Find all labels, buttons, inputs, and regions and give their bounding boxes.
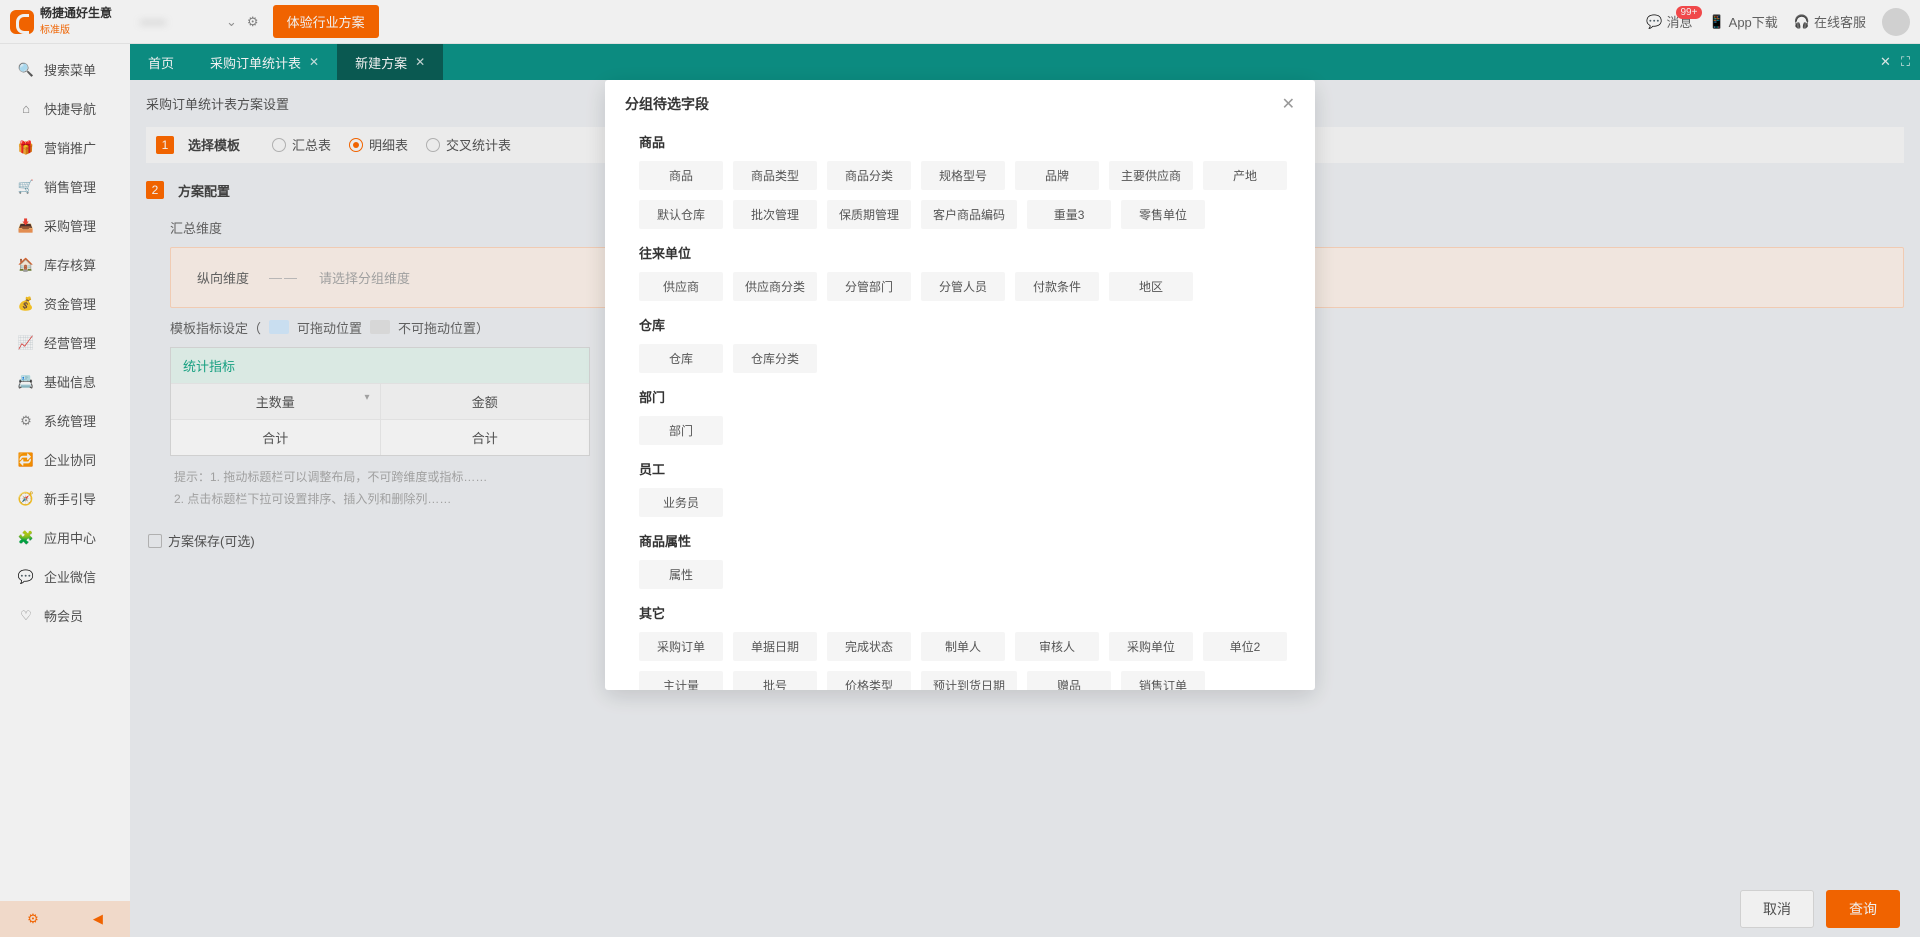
field-group: 商品属性属性 <box>639 531 1295 589</box>
field-chip[interactable]: 客户商品编码 <box>921 200 1017 229</box>
field-chip[interactable]: 主计量 <box>639 671 723 690</box>
field-chip[interactable]: 保质期管理 <box>827 200 911 229</box>
field-chip[interactable]: 完成状态 <box>827 632 911 661</box>
field-chip[interactable]: 批次管理 <box>733 200 817 229</box>
field-chip[interactable]: 仓库 <box>639 344 723 373</box>
field-group: 部门部门 <box>639 387 1295 445</box>
field-chip[interactable]: 重量3 <box>1027 200 1111 229</box>
field-chip[interactable]: 审核人 <box>1015 632 1099 661</box>
field-chip[interactable]: 品牌 <box>1015 161 1099 190</box>
field-chip[interactable]: 采购订单 <box>639 632 723 661</box>
field-chip[interactable]: 批号 <box>733 671 817 690</box>
modal-overlay: 分组待选字段 ✕ 商品商品商品类型商品分类规格型号品牌主要供应商产地默认仓库批次… <box>0 0 1920 937</box>
field-chip[interactable]: 销售订单 <box>1121 671 1205 690</box>
field-chip[interactable]: 主要供应商 <box>1109 161 1193 190</box>
field-chip[interactable]: 分管人员 <box>921 272 1005 301</box>
field-chip[interactable]: 仓库分类 <box>733 344 817 373</box>
modal-title: 分组待选字段 <box>625 94 709 114</box>
field-group: 往来单位供应商供应商分类分管部门分管人员付款条件地区 <box>639 243 1295 301</box>
field-chip[interactable]: 分管部门 <box>827 272 911 301</box>
field-chip[interactable]: 零售单位 <box>1121 200 1205 229</box>
field-selector-modal: 分组待选字段 ✕ 商品商品商品类型商品分类规格型号品牌主要供应商产地默认仓库批次… <box>605 80 1315 690</box>
field-group-title: 往来单位 <box>639 243 1295 262</box>
field-chip[interactable]: 采购单位 <box>1109 632 1193 661</box>
field-group: 员工业务员 <box>639 459 1295 517</box>
field-chip[interactable]: 预计到货日期 <box>921 671 1017 690</box>
field-chip[interactable]: 商品类型 <box>733 161 817 190</box>
field-chip[interactable]: 默认仓库 <box>639 200 723 229</box>
field-chip[interactable]: 商品分类 <box>827 161 911 190</box>
field-chip[interactable]: 供应商 <box>639 272 723 301</box>
field-chip[interactable]: 价格类型 <box>827 671 911 690</box>
field-chip[interactable]: 属性 <box>639 560 723 589</box>
field-chip[interactable]: 供应商分类 <box>733 272 817 301</box>
field-group: 商品商品商品类型商品分类规格型号品牌主要供应商产地默认仓库批次管理保质期管理客户… <box>639 132 1295 229</box>
field-chip[interactable]: 付款条件 <box>1015 272 1099 301</box>
field-group-title: 部门 <box>639 387 1295 406</box>
field-chip[interactable]: 地区 <box>1109 272 1193 301</box>
field-group-title: 商品 <box>639 132 1295 151</box>
field-chip[interactable]: 单位2 <box>1203 632 1287 661</box>
field-chip[interactable]: 规格型号 <box>921 161 1005 190</box>
field-chip[interactable]: 产地 <box>1203 161 1287 190</box>
field-chip[interactable]: 部门 <box>639 416 723 445</box>
field-chip[interactable]: 业务员 <box>639 488 723 517</box>
field-group: 仓库仓库仓库分类 <box>639 315 1295 373</box>
field-group-title: 其它 <box>639 603 1295 622</box>
field-group: 其它采购订单单据日期完成状态制单人审核人采购单位单位2 主计量批号价格类型预计到货… <box>639 603 1295 690</box>
field-group-title: 商品属性 <box>639 531 1295 550</box>
field-chip[interactable]: 商品 <box>639 161 723 190</box>
field-group-title: 仓库 <box>639 315 1295 334</box>
field-chip[interactable]: 单据日期 <box>733 632 817 661</box>
close-icon[interactable]: ✕ <box>1282 94 1295 114</box>
field-chip[interactable]: 制单人 <box>921 632 1005 661</box>
field-chip[interactable]: 赠品 <box>1027 671 1111 690</box>
field-group-title: 员工 <box>639 459 1295 478</box>
